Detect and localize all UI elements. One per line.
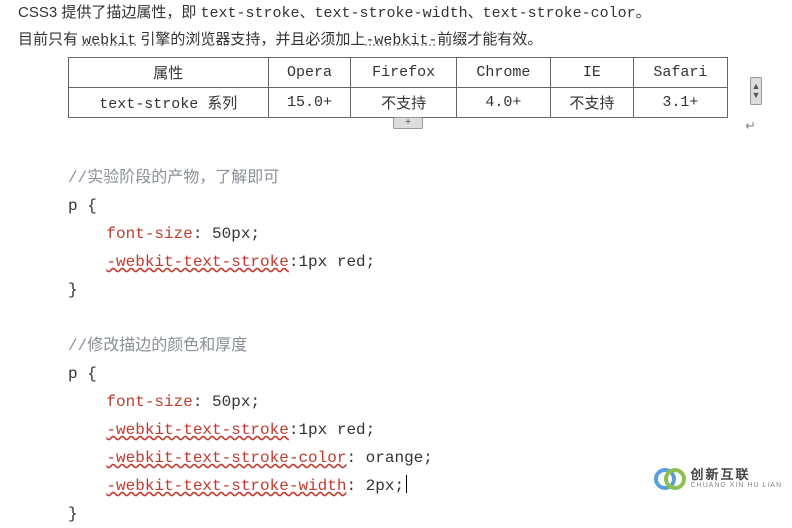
col-safari: Safari: [633, 58, 727, 88]
table-row: text-stroke 系列 15.0+ 不支持 4.0+ 不支持 3.1+: [69, 88, 728, 118]
cell-opera: 15.0+: [268, 88, 351, 118]
logo-icon: [654, 464, 684, 494]
col-firefox: Firefox: [351, 58, 456, 88]
intro-text: 引擎的浏览器支持，并且必须加上: [136, 31, 365, 48]
code-selector: p {: [68, 197, 97, 215]
intro-text: 。: [636, 4, 651, 21]
intro-vendor-prefix: -webkit-: [365, 32, 437, 49]
cell-property: text-stroke 系列: [69, 88, 269, 118]
cell-ie: 不支持: [551, 88, 634, 118]
code-prop-font-size: font-size: [106, 393, 192, 411]
col-property: 属性: [69, 58, 269, 88]
table-header-row: 属性 Opera Firefox Chrome IE Safari: [69, 58, 728, 88]
intro-paragraph: CSS3 提供了描边属性，即 text-stroke、text-stroke-w…: [0, 0, 792, 53]
intro-engine-name: webkit: [82, 32, 136, 49]
code-val: : 2px;: [346, 477, 407, 495]
code-brace: }: [68, 505, 78, 523]
logo-pinyin: CHUANG XIN HU LIAN: [690, 482, 782, 490]
code-selector: p {: [68, 365, 97, 383]
code-comment: //实验阶段的产物，了解即可: [68, 169, 279, 187]
col-chrome: Chrome: [456, 58, 550, 88]
intro-css-properties: text-stroke、text-stroke-width、text-strok…: [201, 5, 636, 22]
logo-zh: 创新互联: [690, 468, 782, 482]
cell-safari: 3.1+: [633, 88, 727, 118]
code-prop-webkit-text-stroke: -webkit-text-stroke: [106, 253, 288, 271]
browser-support-table: 属性 Opera Firefox Chrome IE Safari text-s…: [68, 57, 728, 118]
intro-text: 前缀才能有效。: [437, 31, 542, 48]
intro-text: CSS3 提供了描边属性，即: [18, 4, 201, 21]
cell-firefox: 不支持: [351, 88, 456, 118]
paragraph-mark-icon: ↵: [745, 118, 756, 134]
code-val: : orange;: [346, 449, 432, 467]
code-val: : 50px;: [193, 393, 260, 411]
col-ie: IE: [551, 58, 634, 88]
code-prop-webkit-text-stroke-width: -webkit-text-stroke-width: [106, 477, 346, 495]
code-comment: //修改描边的颜色和厚度: [68, 337, 247, 355]
watermark-logo: 创新互联 CHUANG XIN HU LIAN: [654, 464, 782, 494]
table-resize-handle[interactable]: ▲▼: [750, 77, 762, 105]
code-brace: }: [68, 281, 78, 299]
code-val: :1px red;: [289, 421, 375, 439]
code-prop-webkit-text-stroke: -webkit-text-stroke: [106, 421, 288, 439]
code-val: : 50px;: [193, 225, 260, 243]
code-prop-webkit-text-stroke-color: -webkit-text-stroke-color: [106, 449, 346, 467]
intro-text: 目前只有: [18, 31, 82, 48]
cell-chrome: 4.0+: [456, 88, 550, 118]
col-opera: Opera: [268, 58, 351, 88]
table-add-row-handle[interactable]: +: [393, 117, 423, 129]
code-val: :1px red;: [289, 253, 375, 271]
logo-text: 创新互联 CHUANG XIN HU LIAN: [690, 468, 782, 490]
code-prop-font-size: font-size: [106, 225, 192, 243]
support-table-wrapper: 属性 Opera Firefox Chrome IE Safari text-s…: [68, 57, 748, 118]
